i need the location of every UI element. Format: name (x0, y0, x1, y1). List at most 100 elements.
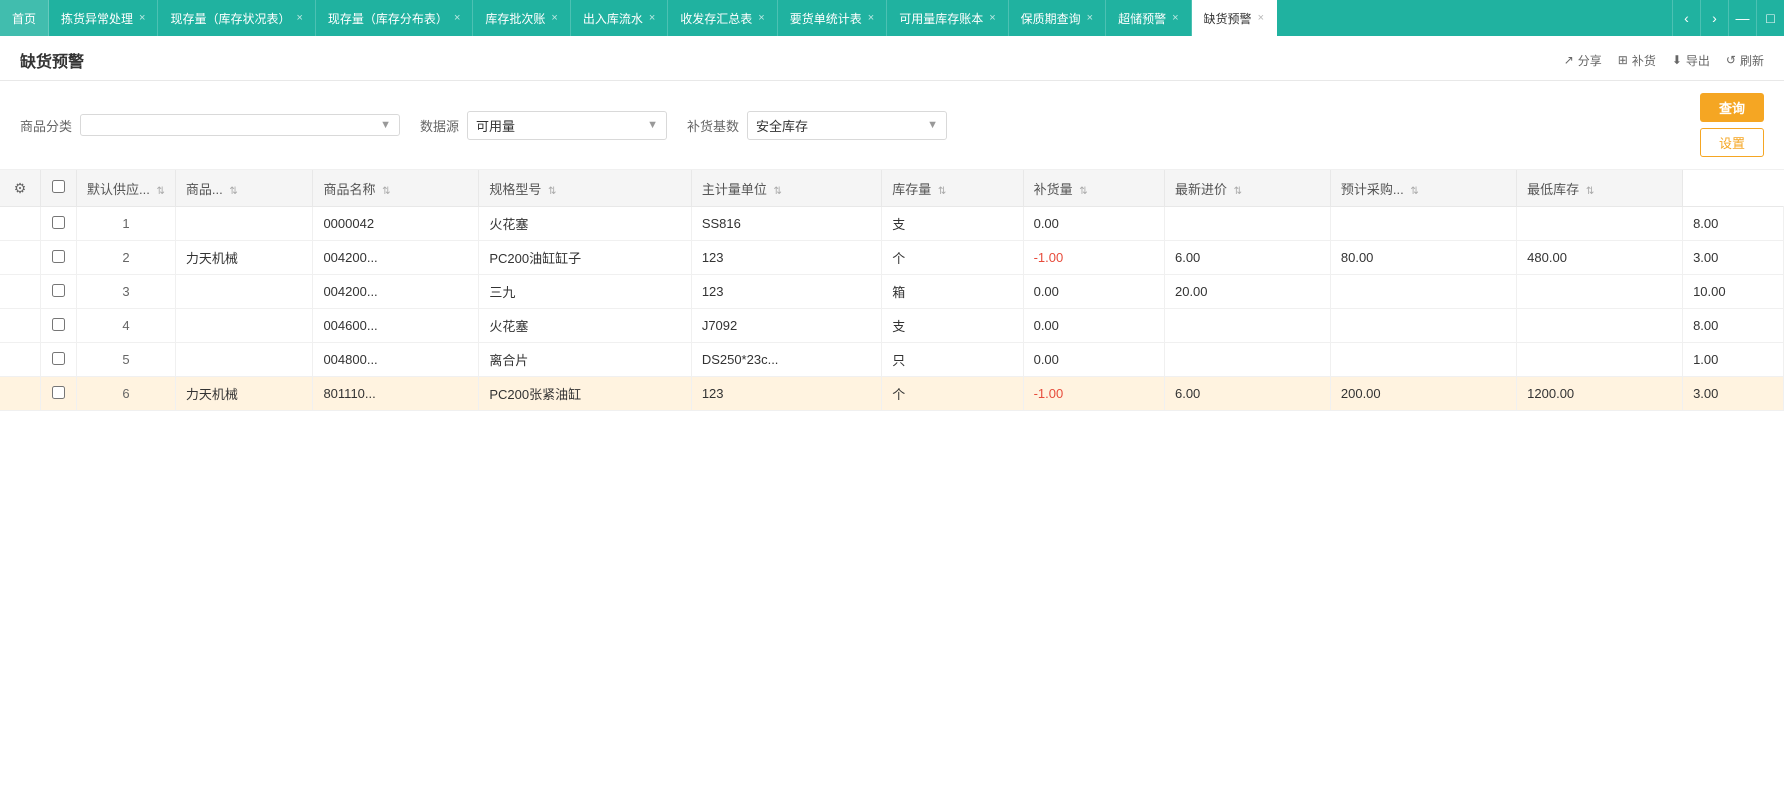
sort-stock-icon: ⇅ (938, 186, 946, 197)
refresh-action[interactable]: ↺ 刷新 (1726, 52, 1764, 69)
row-default-supplier-cell (175, 207, 313, 241)
col-settings-header[interactable]: ⚙ (0, 170, 41, 207)
close-tab-overstock[interactable]: × (1172, 12, 1178, 24)
col-checkbox-header[interactable] (41, 170, 77, 207)
close-tab-available-ledger[interactable]: × (989, 12, 995, 24)
row-checkbox-cell[interactable] (41, 275, 77, 309)
replenish-base-chevron-icon: ▼ (927, 119, 938, 131)
tab-inventory-dist[interactable]: 现存量（库存分布表） × (316, 0, 473, 36)
col-product-name-header[interactable]: 商品名称 ⇅ (313, 170, 479, 207)
tab-batch-account[interactable]: 库存批次账 × (473, 0, 570, 36)
close-tab-shortage[interactable]: × (1258, 12, 1264, 24)
tab-available-ledger[interactable]: 可用量库存账本 × (887, 0, 1008, 36)
row-replenish-qty-cell (1164, 309, 1330, 343)
page-header: 缺货预警 ↗ 分享 ⊞ 补货 ⬇ 导出 ↺ 刷新 (0, 36, 1784, 81)
col-stock-header[interactable]: 库存量 ⇅ (882, 170, 1023, 207)
row-product-name-cell: PC200油缸缸子 (479, 241, 691, 275)
col-stock-label: 库存量 (892, 182, 931, 197)
col-est-purchase-header[interactable]: 预计采购... ⇅ (1330, 170, 1516, 207)
export-action[interactable]: ⬇ 导出 (1672, 52, 1710, 69)
tab-prev-button[interactable]: ‹ (1672, 0, 1700, 36)
row-stock-cell: 0.00 (1023, 343, 1164, 377)
tab-next-button[interactable]: › (1700, 0, 1728, 36)
window-minimize-button[interactable]: — (1728, 0, 1756, 36)
close-tab-expiry-query[interactable]: × (1087, 12, 1093, 24)
row-checkbox-4[interactable] (52, 352, 65, 365)
row-checkbox-3[interactable] (52, 318, 65, 331)
sort-min-stock-icon: ⇅ (1586, 186, 1594, 197)
row-unit-cell: 支 (882, 207, 1023, 241)
row-est-purchase-cell: 480.00 (1517, 241, 1683, 275)
settings-button[interactable]: 设置 (1700, 128, 1764, 157)
tab-expiry-query[interactable]: 保质期查询 × (1009, 0, 1106, 36)
col-latest-price-header[interactable]: 最新进价 ⇅ (1164, 170, 1330, 207)
col-default-supplier-header[interactable]: 默认供应... ⇅ (77, 170, 176, 207)
tab-home[interactable]: 首页 (0, 0, 49, 36)
row-checkbox-cell[interactable] (41, 377, 77, 411)
row-default-supplier-cell (175, 343, 313, 377)
row-checkbox-5[interactable] (52, 386, 65, 399)
tab-overstock[interactable]: 超储预警 × (1106, 0, 1191, 36)
row-checkbox-cell[interactable] (41, 343, 77, 377)
select-all-checkbox[interactable] (52, 180, 65, 193)
settings-gear-icon[interactable]: ⚙ (10, 178, 30, 198)
row-min-stock-cell: 1.00 (1683, 343, 1784, 377)
col-product-name-label: 商品名称 (323, 182, 375, 197)
tab-inventory-status[interactable]: 现存量（库存状况表） × (158, 0, 315, 36)
category-filter-select[interactable]: ▼ (80, 114, 400, 136)
window-maximize-button[interactable]: □ (1756, 0, 1784, 36)
tab-demand-stats[interactable]: 要货单统计表 × (778, 0, 887, 36)
table-wrapper: ⚙ 默认供应... ⇅ 商品... ⇅ 商品名称 ⇅ (0, 170, 1784, 411)
row-product-name-cell: 火花塞 (479, 207, 691, 241)
col-product-code-header[interactable]: 商品... ⇅ (175, 170, 313, 207)
row-replenish-qty-cell (1164, 207, 1330, 241)
tab-bar: 首页 拣货异常处理 × 现存量（库存状况表） × 现存量（库存分布表） × 库存… (0, 0, 1784, 36)
close-tab-collect-summary[interactable]: × (758, 12, 764, 24)
row-checkbox-cell[interactable] (41, 309, 77, 343)
col-product-code-label: 商品... (186, 182, 223, 197)
row-product-name-cell: 火花塞 (479, 309, 691, 343)
close-tab-in-out-flow[interactable]: × (649, 12, 655, 24)
row-product-code-cell: 004200... (313, 241, 479, 275)
close-tab-inventory-status[interactable]: × (296, 12, 302, 24)
datasource-filter-label: 数据源 (420, 116, 459, 135)
close-tab-demand-stats[interactable]: × (868, 12, 874, 24)
col-unit-label: 主计量单位 (702, 182, 767, 197)
tab-shortage[interactable]: 缺货预警 × (1192, 0, 1277, 36)
row-checkbox-cell[interactable] (41, 241, 77, 275)
col-min-stock-header[interactable]: 最低库存 ⇅ (1517, 170, 1683, 207)
table-row: 1 0000042 火花塞 SS816 支 0.00 8.00 (0, 207, 1784, 241)
category-chevron-icon: ▼ (380, 119, 391, 131)
row-replenish-qty-cell: 20.00 (1164, 275, 1330, 309)
col-spec-label: 规格型号 (489, 182, 541, 197)
row-settings-cell (0, 343, 41, 377)
col-replenish-qty-header[interactable]: 补货量 ⇅ (1023, 170, 1164, 207)
col-default-supplier-label: 默认供应... (87, 182, 150, 197)
row-checkbox-cell[interactable] (41, 207, 77, 241)
share-icon: ↗ (1564, 53, 1574, 67)
share-action[interactable]: ↗ 分享 (1564, 52, 1602, 69)
col-spec-header[interactable]: 规格型号 ⇅ (479, 170, 691, 207)
sort-product-name-icon: ⇅ (382, 186, 390, 197)
row-checkbox-1[interactable] (52, 250, 65, 263)
datasource-filter-select[interactable]: 可用量 ▼ (467, 111, 667, 140)
datasource-chevron-icon: ▼ (647, 119, 658, 131)
col-unit-header[interactable]: 主计量单位 ⇅ (691, 170, 881, 207)
tab-exception[interactable]: 拣货异常处理 × (49, 0, 158, 36)
tab-collect-summary[interactable]: 收发存汇总表 × (668, 0, 777, 36)
replenish-base-filter-select[interactable]: 安全库存 ▼ (747, 111, 947, 140)
query-button[interactable]: 查询 (1700, 93, 1764, 122)
row-spec-cell: 123 (691, 241, 881, 275)
row-replenish-qty-cell: 6.00 (1164, 241, 1330, 275)
close-tab-exception[interactable]: × (139, 12, 145, 24)
tab-in-out-flow[interactable]: 出入库流水 × (571, 0, 668, 36)
replenish-action[interactable]: ⊞ 补货 (1618, 52, 1656, 69)
row-checkbox-2[interactable] (52, 284, 65, 297)
row-spec-cell: 123 (691, 275, 881, 309)
close-tab-inventory-dist[interactable]: × (454, 12, 460, 24)
close-tab-batch-account[interactable]: × (551, 12, 557, 24)
row-replenish-qty-cell (1164, 343, 1330, 377)
row-unit-cell: 箱 (882, 275, 1023, 309)
row-checkbox-0[interactable] (52, 216, 65, 229)
replenish-base-filter-label: 补货基数 (687, 116, 739, 135)
